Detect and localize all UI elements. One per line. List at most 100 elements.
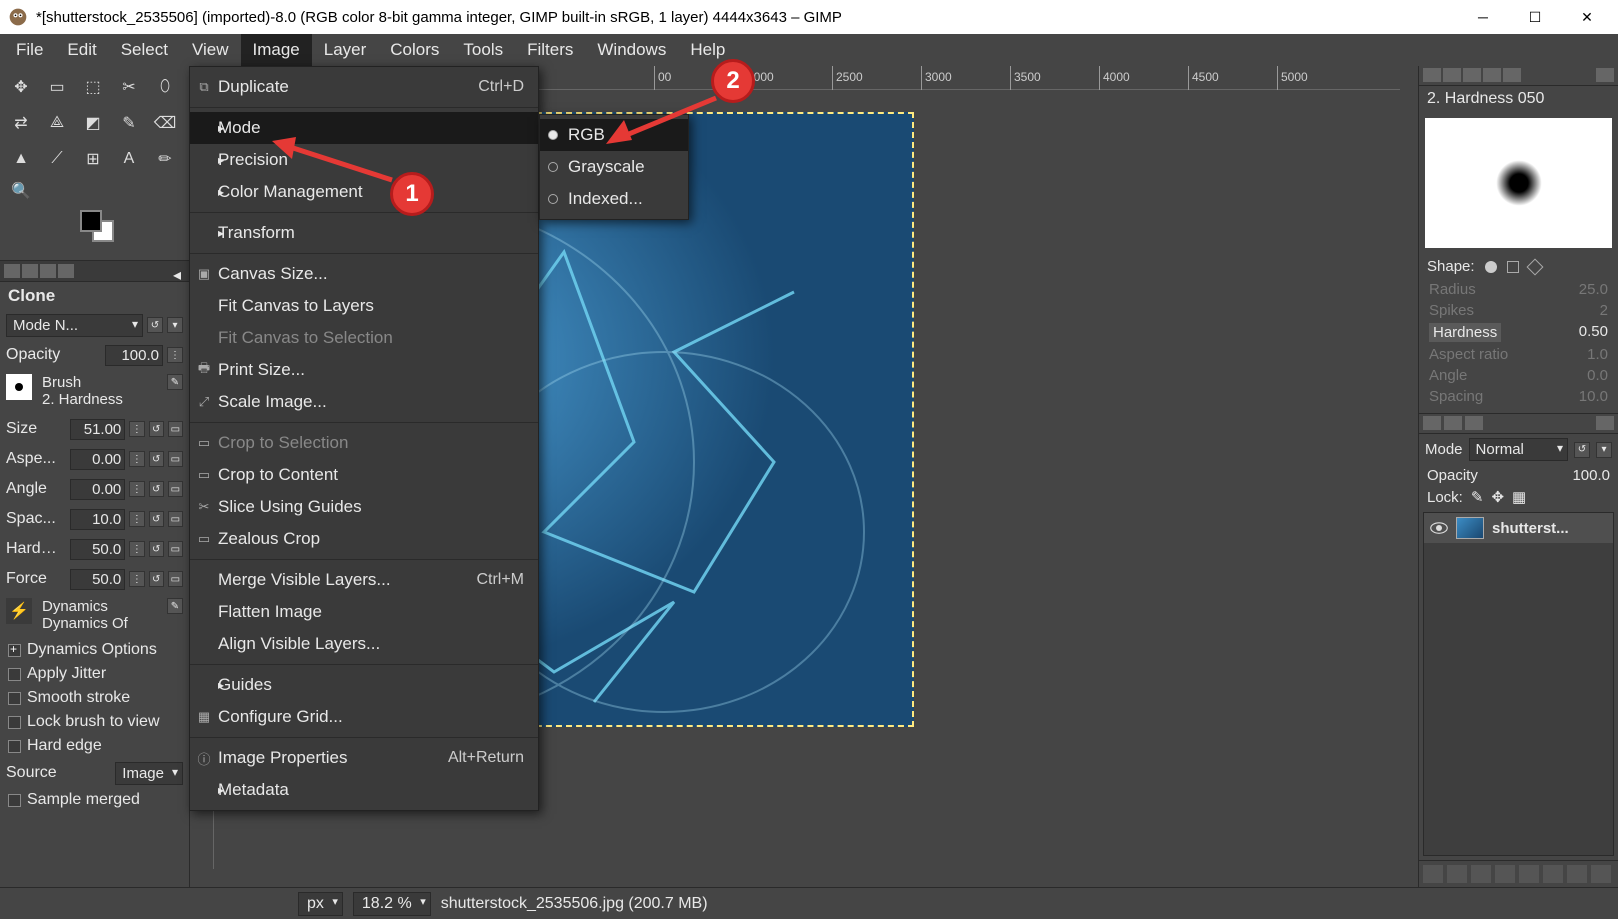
source-select[interactable]: Image — [115, 762, 183, 785]
opt-value[interactable]: 51.00 — [70, 419, 125, 440]
opt-reset[interactable]: ↺ — [149, 421, 164, 437]
menu-item-fit-canvas-to-layers[interactable]: Fit Canvas to Layers — [190, 290, 538, 322]
opt-reset[interactable]: ↺ — [149, 451, 164, 467]
tool-7[interactable]: ◩ — [78, 108, 108, 138]
tab-layers[interactable] — [1423, 416, 1441, 430]
layer-mode-select[interactable]: Normal — [1469, 438, 1568, 461]
layer-opacity-value[interactable]: 100.0 — [1572, 467, 1610, 484]
tab-patterns[interactable] — [1443, 68, 1461, 82]
lock-pixels-icon[interactable]: ✎ — [1471, 488, 1484, 506]
tab-document-history[interactable] — [1483, 68, 1501, 82]
shape-square[interactable] — [1507, 261, 1519, 273]
checkbox[interactable] — [8, 740, 21, 753]
layers-menu-icon[interactable] — [1596, 416, 1614, 430]
panel-menu-icon[interactable]: ◂ — [173, 265, 185, 277]
opt-reset[interactable]: ↺ — [149, 541, 164, 557]
tool-3[interactable]: ✂ — [114, 72, 144, 102]
opacity-stepper[interactable]: ⋮ — [167, 347, 183, 363]
dim-value[interactable]: 10.0 — [1579, 388, 1608, 405]
menu-select[interactable]: Select — [109, 34, 180, 66]
menu-item-configure-grid-[interactable]: ▦Configure Grid... — [190, 701, 538, 733]
tool-12[interactable]: ⊞ — [78, 144, 108, 174]
opt-value[interactable]: 0.00 — [70, 479, 125, 500]
unit-select[interactable]: px — [298, 892, 343, 916]
opt-value[interactable]: 50.0 — [70, 539, 125, 560]
brush-edit-button[interactable]: ✎ — [167, 374, 183, 390]
menu-colors[interactable]: Colors — [378, 34, 451, 66]
tool-13[interactable]: A — [114, 144, 144, 174]
tool-10[interactable]: ▲ — [6, 144, 36, 174]
tab-undo-history[interactable] — [40, 264, 56, 278]
opt-stepper[interactable]: ⋮ — [129, 511, 144, 527]
opt-link[interactable]: ▭ — [168, 451, 183, 467]
tool-1[interactable]: ▭ — [42, 72, 72, 102]
merge-down-button[interactable] — [1543, 865, 1563, 883]
menu-layer[interactable]: Layer — [312, 34, 379, 66]
menu-item-guides[interactable]: Guides▸ — [190, 669, 538, 701]
lock-position-icon[interactable]: ✥ — [1491, 488, 1504, 506]
tool-9[interactable]: ⌫ — [150, 108, 180, 138]
menu-item-zealous-crop[interactable]: ▭Zealous Crop — [190, 523, 538, 555]
mode-reset-button[interactable]: ↺ — [147, 317, 163, 333]
color-swatches[interactable] — [80, 210, 189, 260]
checkbox[interactable] — [8, 644, 21, 657]
layer-name[interactable]: shutterst... — [1492, 520, 1569, 537]
menu-item-image-properties[interactable]: ⓘImage PropertiesAlt+Return — [190, 742, 538, 774]
menu-item-slice-using-guides[interactable]: ✂Slice Using Guides — [190, 491, 538, 523]
shape-diamond[interactable] — [1526, 258, 1543, 275]
opt-link[interactable]: ▭ — [168, 541, 183, 557]
dim-value[interactable]: 0.50 — [1579, 323, 1608, 342]
menu-item-merge-visible-layers-[interactable]: Merge Visible Layers...Ctrl+M — [190, 564, 538, 596]
delete-layer-button[interactable] — [1591, 865, 1611, 883]
menu-item-transform[interactable]: Transform▸ — [190, 217, 538, 249]
visibility-icon[interactable] — [1430, 521, 1448, 535]
tool-14[interactable]: ✏ — [150, 144, 180, 174]
layer-mode-menu[interactable]: ▾ — [1596, 442, 1612, 458]
menu-edit[interactable]: Edit — [55, 34, 108, 66]
dim-value[interactable]: 25.0 — [1579, 281, 1608, 298]
tool-0[interactable]: ✥ — [6, 72, 36, 102]
tab-brushes[interactable] — [1423, 68, 1441, 82]
opt-reset[interactable]: ↺ — [149, 571, 164, 587]
mode-option-indexed-[interactable]: Indexed... — [540, 183, 688, 215]
checkbox[interactable] — [8, 716, 21, 729]
brush-preview-swatch[interactable] — [6, 374, 32, 400]
opt-stepper[interactable]: ⋮ — [129, 541, 144, 557]
menu-view[interactable]: View — [180, 34, 241, 66]
duplicate-layer-button[interactable] — [1519, 865, 1539, 883]
menu-item-canvas-size-[interactable]: ▣Canvas Size... — [190, 258, 538, 290]
lock-alpha-icon[interactable]: ▦ — [1512, 488, 1526, 506]
new-layer-button[interactable] — [1423, 865, 1443, 883]
opt-stepper[interactable]: ⋮ — [129, 421, 144, 437]
dynamics-edit-button[interactable]: ✎ — [167, 598, 183, 614]
opt-stepper[interactable]: ⋮ — [129, 451, 144, 467]
opt-stepper[interactable]: ⋮ — [129, 481, 144, 497]
tab-tool-options[interactable] — [4, 264, 20, 278]
layer-mode-reset[interactable]: ↺ — [1574, 442, 1590, 458]
opt-link[interactable]: ▭ — [168, 511, 183, 527]
opt-reset[interactable]: ↺ — [149, 511, 164, 527]
dynamics-icon[interactable]: ⚡ — [6, 598, 32, 624]
mode-menu-button[interactable]: ▾ — [167, 317, 183, 333]
tab-paint-dynamics[interactable] — [1503, 68, 1521, 82]
lower-layer-button[interactable] — [1495, 865, 1515, 883]
tab-fonts[interactable] — [1463, 68, 1481, 82]
opacity-value[interactable]: 100.0 — [105, 345, 163, 366]
opt-link[interactable]: ▭ — [168, 571, 183, 587]
menu-item-crop-to-content[interactable]: ▭Crop to Content — [190, 459, 538, 491]
tool-5[interactable]: ⇄ — [6, 108, 36, 138]
minimize-button[interactable]: ─ — [1460, 2, 1506, 32]
panel-menu-icon[interactable] — [1596, 68, 1614, 82]
tool-8[interactable]: ✎ — [114, 108, 144, 138]
tab-paths[interactable] — [1465, 416, 1483, 430]
tool-4[interactable]: ⬯ — [150, 72, 180, 102]
shape-circle[interactable] — [1485, 261, 1497, 273]
menu-item-scale-image-[interactable]: ⤢Scale Image... — [190, 386, 538, 418]
menu-windows[interactable]: Windows — [585, 34, 678, 66]
maximize-button[interactable]: ☐ — [1512, 2, 1558, 32]
menu-tools[interactable]: Tools — [451, 34, 515, 66]
checkbox[interactable] — [8, 692, 21, 705]
menu-file[interactable]: File — [4, 34, 55, 66]
tool-11[interactable]: ⟋ — [42, 144, 72, 174]
menu-item-metadata[interactable]: Metadata▸ — [190, 774, 538, 806]
